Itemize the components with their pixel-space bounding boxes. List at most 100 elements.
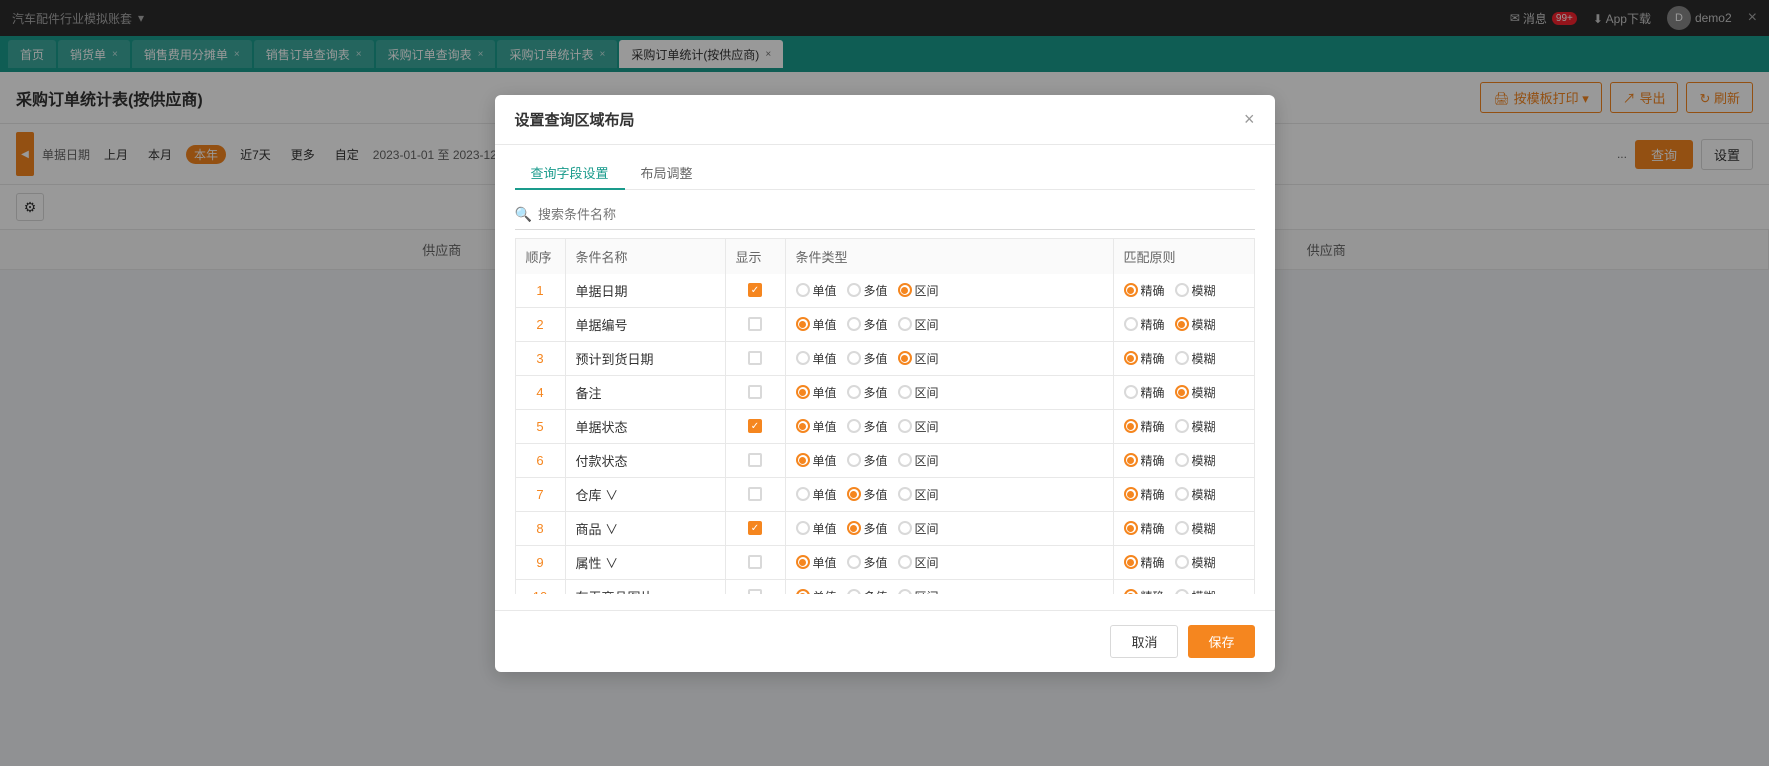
checkbox-icon[interactable]: ✓ xyxy=(748,283,762,297)
row-order: 6 xyxy=(516,444,566,477)
modal-close-btn[interactable]: × xyxy=(1244,109,1255,130)
type-radio-2[interactable]: 区间 xyxy=(898,316,939,333)
radio-circle-icon xyxy=(1175,589,1189,594)
match-radio-1[interactable]: 模糊 xyxy=(1175,316,1216,333)
checkbox-icon[interactable] xyxy=(748,555,762,569)
radio-circle-icon xyxy=(796,317,810,331)
type-radio-2[interactable]: 区间 xyxy=(898,486,939,503)
type-radio-1[interactable]: 多值 xyxy=(847,384,888,401)
radio-circle-icon xyxy=(1175,419,1189,433)
type-radio-1[interactable]: 多值 xyxy=(847,316,888,333)
match-radio-0[interactable]: 精确 xyxy=(1124,554,1165,571)
type-radio-0[interactable]: 单值 xyxy=(796,554,837,571)
row-display-checkbox[interactable]: ✓ xyxy=(726,512,786,545)
match-radio-0[interactable]: 精确 xyxy=(1124,588,1165,594)
modal-search-input[interactable] xyxy=(538,207,1255,222)
table-row: 8商品 ∨✓单值多值区间精确模糊 xyxy=(515,512,1255,546)
row-display-checkbox[interactable]: ✓ xyxy=(726,274,786,307)
table-row: 4备注单值多值区间精确模糊 xyxy=(515,376,1255,410)
checkbox-icon[interactable] xyxy=(748,487,762,501)
type-radio-1[interactable]: 多值 xyxy=(847,452,888,469)
type-radio-2[interactable]: 区间 xyxy=(898,418,939,435)
save-btn[interactable]: 保存 xyxy=(1188,625,1254,658)
match-radio-0[interactable]: 精确 xyxy=(1124,452,1165,469)
radio-circle-icon xyxy=(796,589,810,594)
modal-overlay[interactable]: 设置查询区域布局 × 查询字段设置 布局调整 🔍 顺序 条件 xyxy=(0,0,1769,766)
checkbox-icon[interactable] xyxy=(748,351,762,365)
row-type: 单值多值区间 xyxy=(786,546,1114,579)
type-radio-2[interactable]: 区间 xyxy=(898,282,939,299)
radio-circle-icon xyxy=(1124,351,1138,365)
row-display-checkbox[interactable]: ✓ xyxy=(726,410,786,443)
row-order: 7 xyxy=(516,478,566,511)
type-radio-0[interactable]: 单值 xyxy=(796,316,837,333)
match-radio-1[interactable]: 模糊 xyxy=(1175,384,1216,401)
row-name: 预计到货日期 xyxy=(566,342,726,375)
match-radio-0[interactable]: 精确 xyxy=(1124,520,1165,537)
match-radio-1[interactable]: 模糊 xyxy=(1175,418,1216,435)
match-radio-0[interactable]: 精确 xyxy=(1124,282,1165,299)
type-radio-1[interactable]: 多值 xyxy=(847,350,888,367)
type-radio-0[interactable]: 单值 xyxy=(796,520,837,537)
match-radio-1[interactable]: 模糊 xyxy=(1175,350,1216,367)
row-order: 10 xyxy=(516,580,566,594)
type-radio-0[interactable]: 单值 xyxy=(796,486,837,503)
modal-header: 设置查询区域布局 × xyxy=(495,95,1275,145)
match-radio-1[interactable]: 模糊 xyxy=(1175,554,1216,571)
table-row: 2单据编号单值多值区间精确模糊 xyxy=(515,308,1255,342)
checkbox-icon[interactable]: ✓ xyxy=(748,521,762,535)
radio-circle-icon xyxy=(1175,385,1189,399)
radio-circle-icon xyxy=(898,419,912,433)
match-radio-0[interactable]: 精确 xyxy=(1124,384,1165,401)
modal-tab-fields[interactable]: 查询字段设置 xyxy=(515,157,625,190)
checkbox-icon[interactable] xyxy=(748,385,762,399)
type-radio-1[interactable]: 多值 xyxy=(847,554,888,571)
type-radio-0[interactable]: 单值 xyxy=(796,350,837,367)
type-radio-1[interactable]: 多值 xyxy=(847,418,888,435)
match-radio-1[interactable]: 模糊 xyxy=(1175,282,1216,299)
table-row: 1单据日期✓单值多值区间精确模糊 xyxy=(515,274,1255,308)
type-radio-2[interactable]: 区间 xyxy=(898,554,939,571)
match-radio-0[interactable]: 精确 xyxy=(1124,350,1165,367)
row-order: 9 xyxy=(516,546,566,579)
type-radio-2[interactable]: 区间 xyxy=(898,350,939,367)
cancel-btn[interactable]: 取消 xyxy=(1110,625,1178,658)
type-radio-0[interactable]: 单值 xyxy=(796,588,837,594)
type-radio-2[interactable]: 区间 xyxy=(898,520,939,537)
type-radio-2[interactable]: 区间 xyxy=(898,452,939,469)
match-radio-0[interactable]: 精确 xyxy=(1124,316,1165,333)
row-display-checkbox[interactable] xyxy=(726,546,786,579)
type-radio-1[interactable]: 多值 xyxy=(847,486,888,503)
row-match: 精确 模糊 xyxy=(1114,580,1254,594)
checkbox-icon[interactable] xyxy=(748,453,762,467)
match-radio-1[interactable]: 模糊 xyxy=(1175,520,1216,537)
row-order: 4 xyxy=(516,376,566,409)
match-radio-0[interactable]: 精确 xyxy=(1124,418,1165,435)
match-radio-1[interactable]: 模糊 xyxy=(1175,588,1216,594)
match-radio-1[interactable]: 模糊 xyxy=(1175,452,1216,469)
type-radio-2[interactable]: 区间 xyxy=(898,588,939,594)
type-radio-1[interactable]: 多值 xyxy=(847,520,888,537)
type-radio-0[interactable]: 单值 xyxy=(796,418,837,435)
row-display-checkbox[interactable] xyxy=(726,478,786,511)
modal-tab-layout[interactable]: 布局调整 xyxy=(625,157,709,190)
radio-circle-icon xyxy=(847,419,861,433)
match-radio-1[interactable]: 模糊 xyxy=(1175,486,1216,503)
checkbox-icon[interactable]: ✓ xyxy=(748,419,762,433)
type-radio-0[interactable]: 单值 xyxy=(796,384,837,401)
type-radio-2[interactable]: 区间 xyxy=(898,384,939,401)
radio-circle-icon xyxy=(847,487,861,501)
row-display-checkbox[interactable] xyxy=(726,342,786,375)
type-radio-0[interactable]: 单值 xyxy=(796,282,837,299)
checkbox-icon[interactable] xyxy=(748,317,762,331)
row-display-checkbox[interactable] xyxy=(726,376,786,409)
checkbox-icon[interactable] xyxy=(748,589,762,594)
match-radio-0[interactable]: 精确 xyxy=(1124,486,1165,503)
type-radio-1[interactable]: 多值 xyxy=(847,282,888,299)
row-display-checkbox[interactable] xyxy=(726,580,786,594)
row-type: 单值多值区间 xyxy=(786,274,1114,307)
type-radio-0[interactable]: 单值 xyxy=(796,452,837,469)
row-display-checkbox[interactable] xyxy=(726,308,786,341)
type-radio-1[interactable]: 多值 xyxy=(847,588,888,594)
row-display-checkbox[interactable] xyxy=(726,444,786,477)
